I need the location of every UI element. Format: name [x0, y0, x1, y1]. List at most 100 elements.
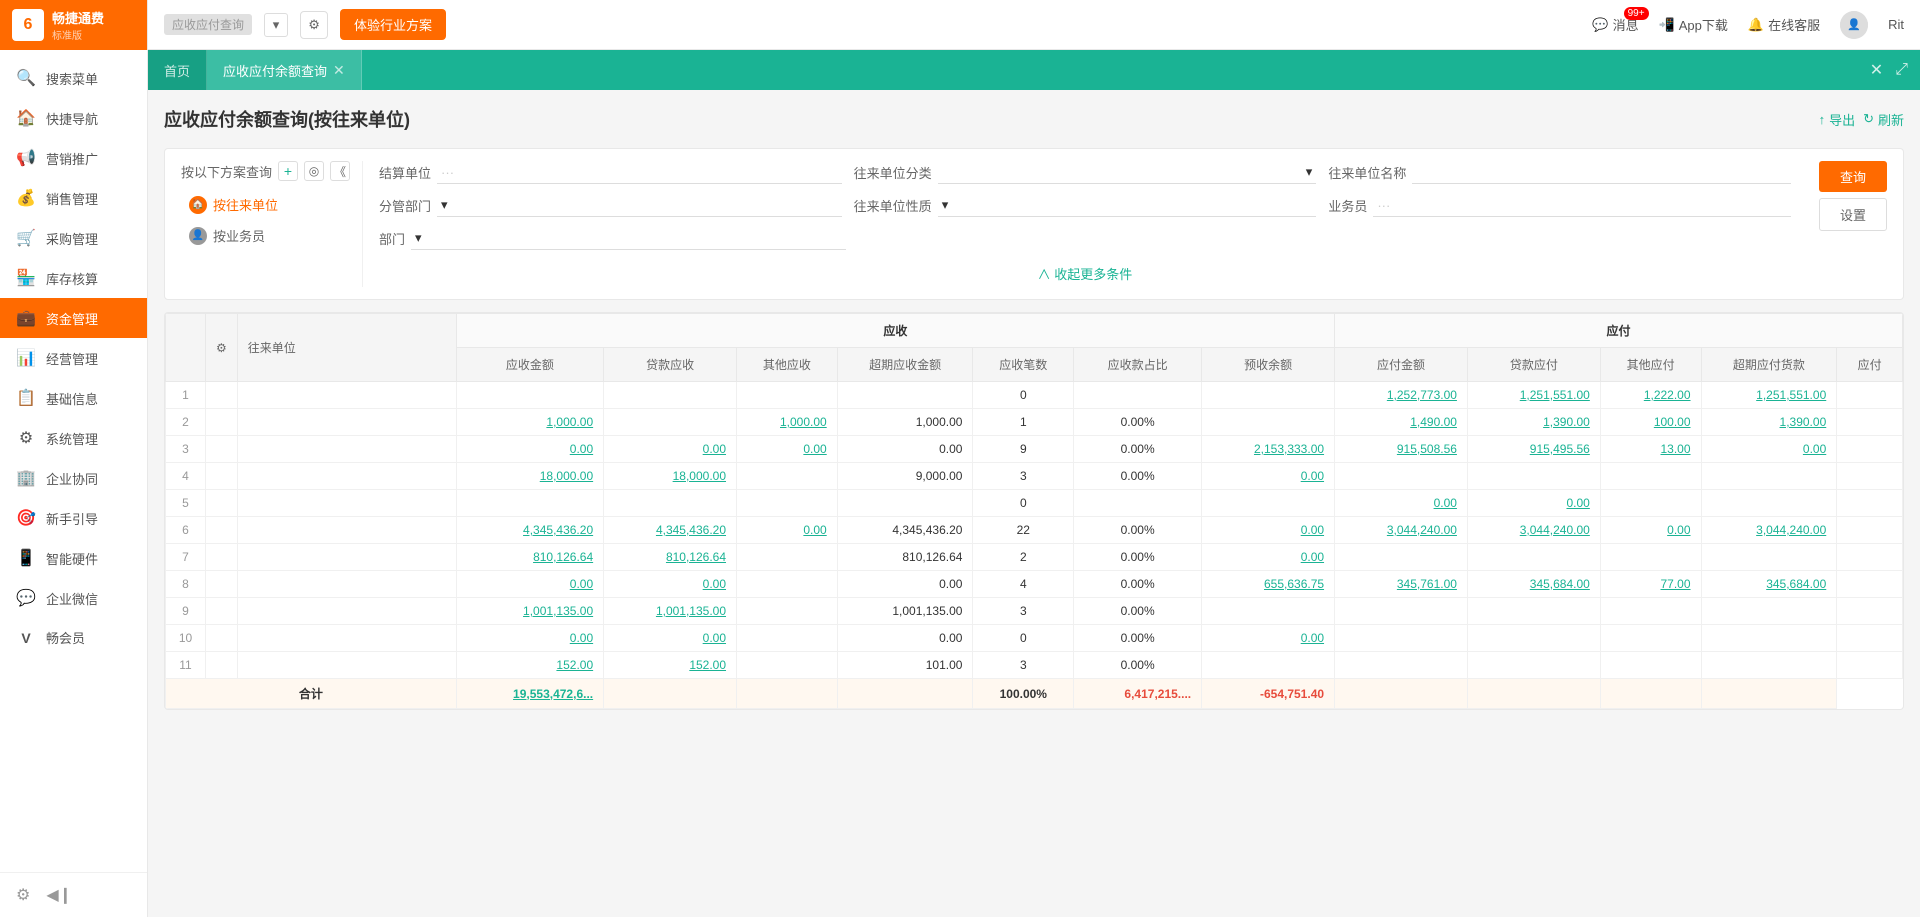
filter-dept: 分管部门 ▾ [379, 194, 842, 217]
col-ar-loan-header: 贷款应收 [604, 348, 737, 382]
breadcrumb-dropdown[interactable]: ▾ [264, 13, 288, 37]
scheme-partner-label: 按往来单位 [213, 195, 278, 214]
tabbar-close-btn[interactable]: ✕ [1870, 60, 1883, 80]
operations-icon: 📊 [16, 348, 36, 368]
scheme-list: 🏠 按往来单位 👤 按业务员 [181, 191, 350, 249]
sidebar-item-smarthw[interactable]: 📱 智能硬件 [0, 538, 147, 578]
sidebar-item-operations[interactable]: 📊 经营管理 [0, 338, 147, 378]
tab-bar: 首页 应收应付余额查询 ✕ ✕ ⤢ [148, 50, 1920, 90]
promo-button[interactable]: 体验行业方案 [340, 9, 446, 40]
top-header: 应收应付查询 ▾ ⚙ 体验行业方案 💬 消息 99+ 📲 App下载 🔔 在线客… [148, 0, 1920, 50]
col-settings-header[interactable]: ⚙ [206, 314, 238, 382]
sidebar-item-inventory[interactable]: 🏪 库存核算 [0, 258, 147, 298]
tab-arbalance-label: 应收应付余额查询 [223, 61, 327, 80]
dept-select[interactable]: ▾ [437, 194, 842, 217]
sidebar-item-corpwechat[interactable]: 💬 企业微信 [0, 578, 147, 618]
sidebar-label: 智能硬件 [46, 549, 98, 568]
query-button[interactable]: 查询 [1819, 161, 1887, 192]
refresh-button[interactable]: ↻ 刷新 [1863, 110, 1904, 129]
tabbar-expand-btn[interactable]: ⤢ [1895, 61, 1908, 79]
sidebar-item-basicinfo[interactable]: 📋 基础信息 [0, 378, 147, 418]
sidebar-item-purchase[interactable]: 🛒 采购管理 [0, 218, 147, 258]
partner-name-input[interactable] [1412, 162, 1791, 184]
export-button[interactable]: ↑ 导出 [1819, 110, 1856, 129]
table-row: 500.000.00 [166, 490, 1903, 517]
download-icon: 📲 [1659, 17, 1675, 33]
system-icon: ⚙ [16, 428, 36, 448]
sidebar-label: 企业微信 [46, 589, 98, 608]
tab-arbalance[interactable]: 应收应付余额查询 ✕ [207, 50, 362, 90]
col-ap-remaining-header: 应付 [1837, 348, 1903, 382]
sidebar-item-marketing[interactable]: 📢 营销推广 [0, 138, 147, 178]
col-ar-prepay-header: 预收余额 [1202, 348, 1335, 382]
table-settings-icon[interactable]: ⚙ [216, 341, 227, 355]
app-download-btn[interactable]: 📲 App下载 [1659, 15, 1728, 34]
salesman-input[interactable]: ··· [1373, 195, 1791, 217]
scheme-partner-icon: 🏠 [189, 196, 207, 214]
online-service-label: 在线客服 [1768, 15, 1820, 34]
tab-home-label: 首页 [164, 61, 190, 80]
total-ar-amount[interactable]: 19,553,472,6... [456, 679, 603, 709]
tab-close-icon[interactable]: ✕ [333, 62, 345, 79]
smarthw-icon: 📱 [16, 548, 36, 568]
message-badge: 99+ [1624, 7, 1649, 20]
section-dept-select[interactable]: ▾ [411, 227, 846, 250]
total-ar-ratio: 100.00% [973, 679, 1074, 709]
tabbar-spacer [362, 50, 1858, 90]
message-btn[interactable]: 💬 消息 99+ [1592, 15, 1638, 34]
sidebar-item-capital[interactable]: 💼 资金管理 [0, 298, 147, 338]
header-settings-btn[interactable]: ⚙ [300, 11, 328, 39]
footer-settings-icon[interactable]: ⚙ [16, 885, 30, 905]
header-actions: 💬 消息 99+ 📲 App下载 🔔 在线客服 👤 Rit [1592, 11, 1904, 39]
sidebar-item-quicknav[interactable]: 🏠 快捷导航 [0, 98, 147, 138]
settings-button[interactable]: 设置 [1819, 198, 1887, 231]
col-ar-other-header: 其他应收 [737, 348, 838, 382]
content-wrapper: 应收应付余额查询(按往来单位) ↑ 导出 ↻ 刷新 按以下方案查询 [148, 90, 1920, 726]
avatar-text: 👤 [1840, 11, 1868, 39]
collapse-filter-btn[interactable]: ∧ 收起更多条件 [379, 260, 1791, 287]
salesman-label: 业务员 [1328, 196, 1367, 215]
scheme-by-salesman[interactable]: 👤 按业务员 [181, 222, 350, 249]
partner-cat-select[interactable]: ▾ [938, 161, 1317, 184]
edit-scheme-btn[interactable]: ◎ [304, 161, 324, 181]
partner-nature-select[interactable]: ▾ [938, 194, 1317, 217]
filter-action-btns: 查询 设置 [1807, 161, 1887, 287]
purchase-icon: 🛒 [16, 228, 36, 248]
settlement-input[interactable]: ··· [437, 162, 842, 184]
add-scheme-btn[interactable]: + [278, 161, 298, 181]
table-scroll[interactable]: ⚙ 往来单位 应收 应付 应收金额 贷款应收 其他应收 超期应收金额 应收笔数 [165, 313, 1903, 709]
filter-label: 按以下方案查询 [181, 162, 272, 181]
chevron-down-icon: ▾ [1306, 164, 1313, 180]
app-download-label: App下载 [1679, 15, 1728, 34]
col-partner-header: 往来单位 [237, 314, 456, 382]
sidebar-footer: ⚙ ◀❙ [0, 872, 147, 917]
partner-nature-label: 往来单位性质 [854, 196, 932, 215]
user-avatar[interactable]: 👤 [1840, 11, 1868, 39]
service-icon: 🔔 [1748, 17, 1764, 33]
filter-panel: 按以下方案查询 + ◎ 《 🏠 按往来单位 👤 按业务员 [164, 148, 1904, 300]
table-row: 418,000.0018,000.009,000.0030.00%0.00 [166, 463, 1903, 490]
sidebar-item-search[interactable]: 🔍 搜索菜单 [0, 58, 147, 98]
table-row: 7810,126.64810,126.64810,126.6420.00%0.0… [166, 544, 1903, 571]
table-row: 80.000.000.0040.00%655,636.75345,761.003… [166, 571, 1903, 598]
sidebar-item-member[interactable]: V 畅会员 [0, 618, 147, 657]
sidebar-label: 经营管理 [46, 349, 98, 368]
online-service-btn[interactable]: 🔔 在线客服 [1748, 15, 1820, 34]
sidebar-label: 新手引导 [46, 509, 98, 528]
page-header: 应收应付余额查询(按往来单位) ↑ 导出 ↻ 刷新 [164, 106, 1904, 132]
export-icon: ↑ [1819, 112, 1826, 127]
collapse-scheme-btn[interactable]: 《 [330, 161, 350, 181]
scheme-by-partner[interactable]: 🏠 按往来单位 [181, 191, 350, 218]
search-menu-icon: 🔍 [16, 68, 36, 88]
footer-collapse-icon[interactable]: ◀❙ [46, 885, 72, 905]
filter-section-dept: 部门 ▾ [379, 227, 846, 250]
filter-partner-nature: 往来单位性质 ▾ [854, 194, 1317, 217]
table-row: 21,000.001,000.001,000.0010.00%1,490.001… [166, 409, 1903, 436]
message-icon: 💬 [1592, 17, 1608, 33]
sidebar-item-system[interactable]: ⚙ 系统管理 [0, 418, 147, 458]
sidebar-item-sales[interactable]: 💰 销售管理 [0, 178, 147, 218]
sidebar-item-newbie[interactable]: 🎯 新手引导 [0, 498, 147, 538]
username[interactable]: Rit [1888, 17, 1904, 32]
tab-home[interactable]: 首页 [148, 50, 207, 90]
sidebar-item-enterprise[interactable]: 🏢 企业协同 [0, 458, 147, 498]
